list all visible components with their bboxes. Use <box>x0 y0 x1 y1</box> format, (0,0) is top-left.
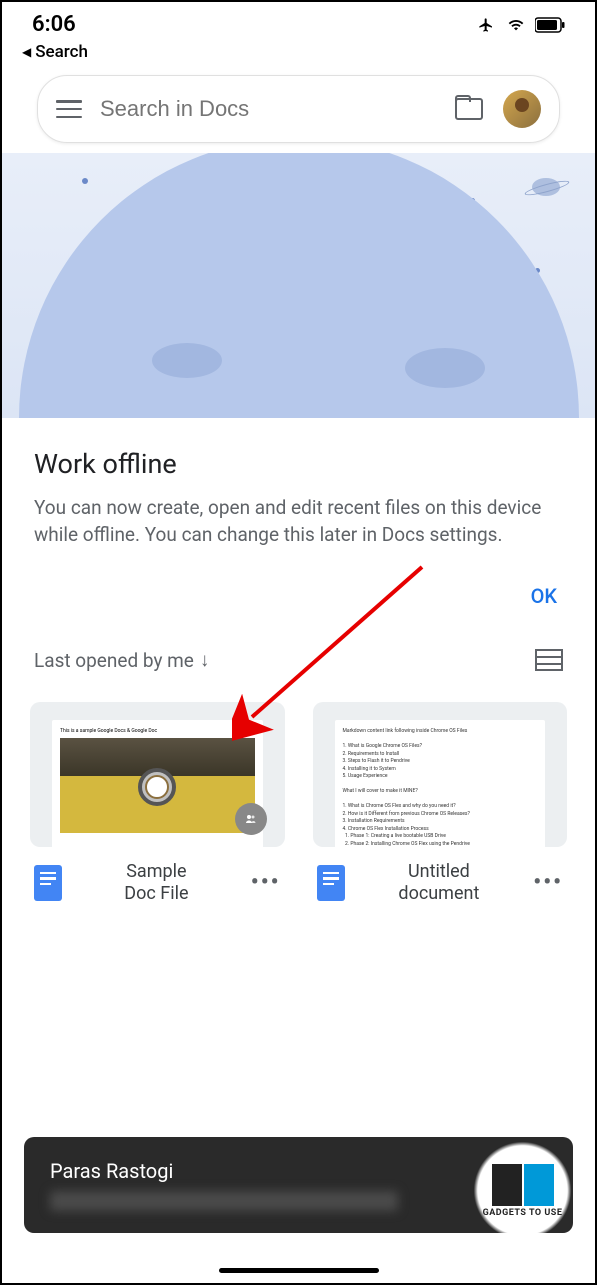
status-icons <box>475 17 565 33</box>
battery-icon <box>535 17 565 33</box>
offline-card: Work offline You can now create, open an… <box>2 418 595 566</box>
saturn-icon <box>532 178 560 196</box>
offline-title: Work offline <box>34 448 563 480</box>
search-input[interactable] <box>100 96 455 122</box>
home-indicator[interactable] <box>219 1268 379 1273</box>
watermark-logo: GADGETS TO USE <box>465 1133 580 1248</box>
avatar[interactable] <box>503 90 541 128</box>
back-label: Search <box>35 42 88 62</box>
hero-illustration: ✓ <box>2 153 595 418</box>
sort-row: Last opened by me ↓ <box>2 618 595 692</box>
watermark-text: GADGETS TO USE <box>483 1208 563 1218</box>
file-name: Sample Doc File <box>76 861 237 904</box>
file-thumbnail: Markdown content link following inside C… <box>313 702 568 847</box>
file-name: Untitled document <box>359 861 520 904</box>
file-thumbnail: This is a sample Google Docs & Google Do… <box>30 702 285 847</box>
file-menu-button[interactable]: ••• <box>533 870 563 895</box>
sort-label-text: Last opened by me <box>34 649 194 672</box>
file-card[interactable]: Markdown content link following inside C… <box>313 702 568 918</box>
docs-icon <box>317 865 345 901</box>
arrow-down-icon: ↓ <box>200 648 210 672</box>
planet-icon <box>19 153 579 418</box>
ok-button[interactable]: OK <box>2 566 595 618</box>
offline-description: You can now create, open and edit recent… <box>34 495 563 548</box>
docs-icon <box>34 865 62 901</box>
file-menu-button[interactable]: ••• <box>251 870 281 895</box>
back-nav[interactable]: Search <box>2 42 595 70</box>
view-toggle-button[interactable] <box>535 649 563 671</box>
menu-icon[interactable] <box>56 100 82 118</box>
file-card[interactable]: This is a sample Google Docs & Google Do… <box>30 702 285 918</box>
status-time: 6:06 <box>32 12 76 37</box>
sort-dropdown[interactable]: Last opened by me ↓ <box>34 648 209 672</box>
wifi-icon <box>505 17 527 33</box>
files-grid: This is a sample Google Docs & Google Do… <box>2 692 595 928</box>
airplane-mode-icon <box>475 17 497 33</box>
minion-image <box>60 738 255 833</box>
search-bar <box>37 75 560 143</box>
folder-icon[interactable] <box>455 98 483 120</box>
status-bar: 6:06 <box>2 2 595 42</box>
shared-icon <box>235 803 267 835</box>
toast-user-email <box>50 1191 398 1211</box>
